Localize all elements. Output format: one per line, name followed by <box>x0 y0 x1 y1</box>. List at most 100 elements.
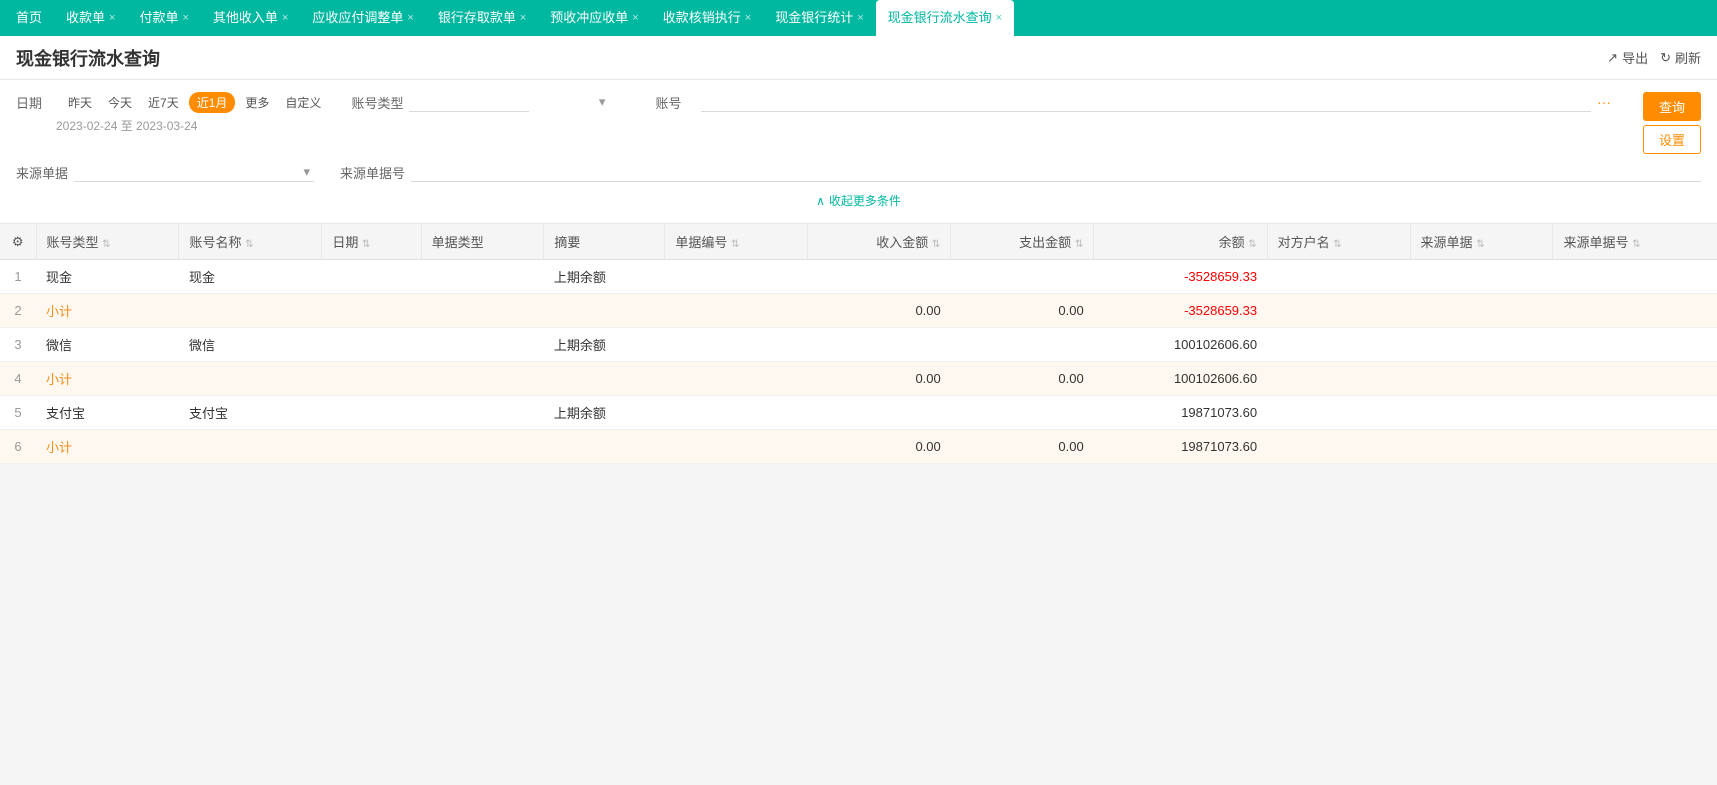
close-cash-flow-query-icon[interactable]: × <box>996 0 1002 36</box>
date-label: 日期 <box>16 93 56 112</box>
cell-summary <box>544 294 665 328</box>
cell-doc-no <box>665 294 808 328</box>
sort-date-icon: ⇅ <box>362 239 370 250</box>
col-counterparty[interactable]: 对方户名 ⇅ <box>1267 224 1410 260</box>
cell-account-type: 支付宝 <box>36 396 179 430</box>
col-doc-no[interactable]: 单据编号 ⇅ <box>665 224 808 260</box>
col-account-type[interactable]: 账号类型 ⇅ <box>36 224 179 260</box>
sort-income-icon: ⇅ <box>932 239 940 250</box>
data-table: ⚙ 账号类型 ⇅ 账号名称 ⇅ 日期 ⇅ 单据类型 摘 <box>0 224 1717 464</box>
close-advance-offset-icon[interactable]: × <box>632 0 638 36</box>
cell-source-doc <box>1410 396 1553 430</box>
date-btn-today[interactable]: 今天 <box>102 92 138 113</box>
close-other-income-icon[interactable]: × <box>282 0 288 36</box>
nav-home[interactable]: 首页 <box>4 0 54 36</box>
close-bank-deposit-icon[interactable]: × <box>520 0 526 36</box>
nav-cash-stats[interactable]: 现金银行统计 × <box>763 0 875 36</box>
col-doc-type[interactable]: 单据类型 <box>421 224 544 260</box>
sort-balance-icon: ⇅ <box>1248 239 1256 250</box>
col-source-doc[interactable]: 来源单据 ⇅ <box>1410 224 1553 260</box>
nav-advance-offset[interactable]: 预收冲应收单 × <box>538 0 650 36</box>
cell-counterparty <box>1267 362 1410 396</box>
nav-cash-flow-query[interactable]: 现金银行流水查询 × <box>876 0 1014 36</box>
cell-source-doc-no <box>1553 260 1717 294</box>
cell-doc-no <box>665 430 808 464</box>
table-header-row: ⚙ 账号类型 ⇅ 账号名称 ⇅ 日期 ⇅ 单据类型 摘 <box>0 224 1717 260</box>
cell-date <box>322 328 421 362</box>
account-type-label: 账号类型 <box>351 93 403 112</box>
close-verification-icon[interactable]: × <box>745 0 751 36</box>
nav-adjustment[interactable]: 应收应付调整单 × <box>300 0 425 36</box>
cell-date <box>322 362 421 396</box>
col-balance[interactable]: 余额 ⇅ <box>1094 224 1267 260</box>
col-source-doc-no[interactable]: 来源单据号 ⇅ <box>1553 224 1717 260</box>
close-payment-icon[interactable]: × <box>182 0 188 36</box>
account-input[interactable] <box>701 92 1591 112</box>
cell-source-doc <box>1410 430 1553 464</box>
collapse-filters-button[interactable]: ∧ 收起更多条件 <box>16 188 1701 211</box>
account-ellipsis-icon[interactable]: ··· <box>1597 94 1611 110</box>
cell-account-name: 现金 <box>179 260 322 294</box>
close-receipt-icon[interactable]: × <box>109 0 115 36</box>
cell-doc-type <box>421 362 544 396</box>
date-range: 2023-02-24 至 2023-03-24 <box>56 117 327 134</box>
date-btn-1month[interactable]: 近1月 <box>189 92 236 113</box>
row-num: 3 <box>0 328 36 362</box>
cell-account-name: 支付宝 <box>179 396 322 430</box>
account-type-select[interactable]: 现金 微信 支付宝 <box>409 92 529 112</box>
export-icon: ↗ <box>1607 50 1618 66</box>
cell-income-amt <box>808 328 951 362</box>
cell-balance: -3528659.33 <box>1094 260 1267 294</box>
row-num: 5 <box>0 396 36 430</box>
close-adjustment-icon[interactable]: × <box>407 0 413 36</box>
gear-icon[interactable]: ⚙ <box>12 234 24 249</box>
date-btn-custom[interactable]: 自定义 <box>279 92 327 113</box>
table-row: 5 支付宝 支付宝 上期余额 19871073.60 <box>0 396 1717 430</box>
cell-doc-type <box>421 396 544 430</box>
cell-doc-type <box>421 430 544 464</box>
nav-receipt[interactable]: 收款单 × <box>54 0 127 36</box>
query-button[interactable]: 查询 <box>1643 92 1701 121</box>
date-btn-7days[interactable]: 近7天 <box>142 92 185 113</box>
nav-payment[interactable]: 付款单 × <box>127 0 200 36</box>
table-row: 4 小计 0.00 0.00 100102606.60 <box>0 362 1717 396</box>
cell-income-amt <box>808 396 951 430</box>
source-doc-no-input[interactable] <box>411 162 1701 182</box>
data-table-container: ⚙ 账号类型 ⇅ 账号名称 ⇅ 日期 ⇅ 单据类型 摘 <box>0 224 1717 464</box>
sort-source-doc-no-icon: ⇅ <box>1632 239 1640 250</box>
cell-date <box>322 396 421 430</box>
cell-account-name <box>179 362 322 396</box>
table-row: 6 小计 0.00 0.00 19871073.60 <box>0 430 1717 464</box>
nav-other-income[interactable]: 其他收入单 × <box>201 0 300 36</box>
date-buttons: 昨天 今天 近7天 近1月 更多 自定义 <box>62 92 327 113</box>
close-cash-stats-icon[interactable]: × <box>857 0 863 36</box>
col-date[interactable]: 日期 ⇅ <box>322 224 421 260</box>
sort-account-type-icon: ⇅ <box>102 239 110 250</box>
cell-source-doc <box>1410 294 1553 328</box>
settings-button[interactable]: 设置 <box>1643 125 1701 154</box>
top-nav: 首页 收款单 × 付款单 × 其他收入单 × 应收应付调整单 × 银行存取款单 … <box>0 0 1717 36</box>
nav-bank-deposit[interactable]: 银行存取款单 × <box>426 0 538 36</box>
refresh-button[interactable]: ↻ 刷新 <box>1660 48 1701 67</box>
nav-verification[interactable]: 收款核销执行 × <box>651 0 763 36</box>
col-expense-amt[interactable]: 支出金额 ⇅ <box>951 224 1094 260</box>
export-button[interactable]: ↗ 导出 <box>1607 48 1648 67</box>
cell-account-type: 小计 <box>36 362 179 396</box>
sort-account-name-icon: ⇅ <box>245 239 253 250</box>
col-account-name[interactable]: 账号名称 ⇅ <box>179 224 322 260</box>
cell-balance: 100102606.60 <box>1094 328 1267 362</box>
date-btn-more[interactable]: 更多 <box>239 92 275 113</box>
col-summary[interactable]: 摘要 <box>544 224 665 260</box>
cell-account-name <box>179 294 322 328</box>
table-body: 1 现金 现金 上期余额 -3528659.33 2 小计 0.00 0.00 … <box>0 260 1717 464</box>
page-header: 现金银行流水查询 ↗ 导出 ↻ 刷新 <box>0 36 1717 80</box>
date-btn-yesterday[interactable]: 昨天 <box>62 92 98 113</box>
row-num: 1 <box>0 260 36 294</box>
cell-date <box>322 294 421 328</box>
account-type-select-wrapper: 现金 微信 支付宝 ▾ <box>409 92 609 112</box>
col-income-amt[interactable]: 收入金额 ⇅ <box>808 224 951 260</box>
table-row: 2 小计 0.00 0.00 -3528659.33 <box>0 294 1717 328</box>
source-doc-select[interactable] <box>74 162 314 182</box>
cell-account-name: 微信 <box>179 328 322 362</box>
col-settings[interactable]: ⚙ <box>0 224 36 260</box>
